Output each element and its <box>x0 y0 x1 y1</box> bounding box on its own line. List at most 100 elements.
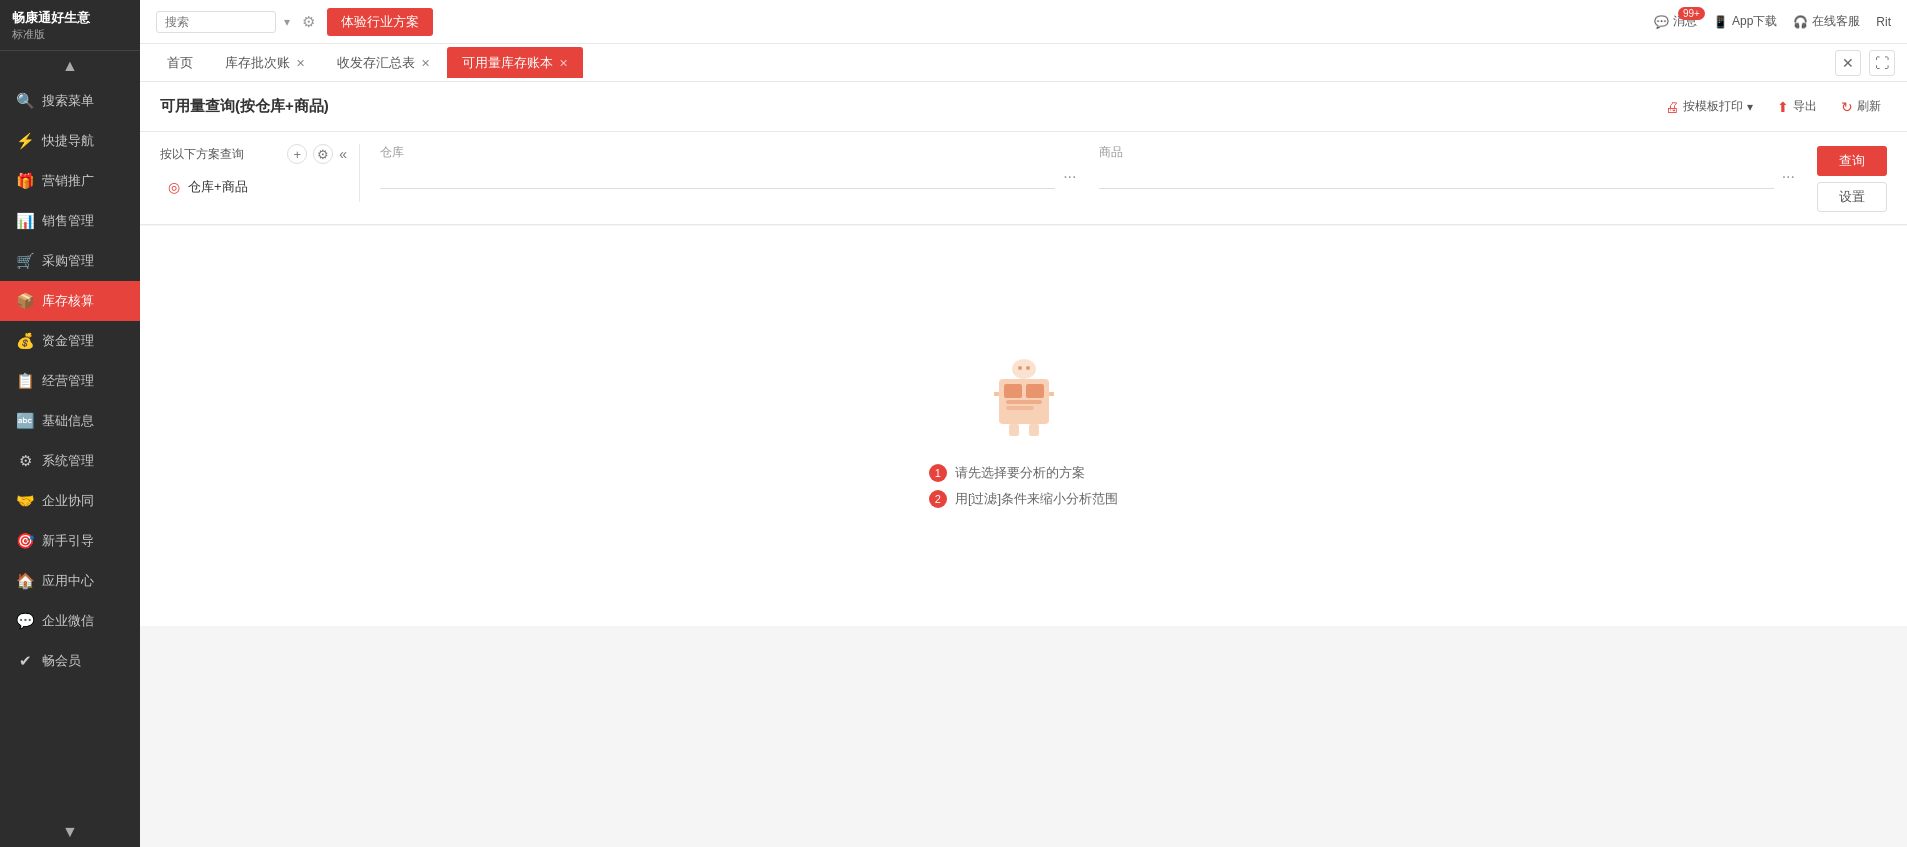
print-button[interactable]: 🖨 按模板打印 ▾ <box>1659 94 1759 119</box>
warehouse-filter-row: ··· <box>380 165 1079 189</box>
tab-收发存汇总表[interactable]: 收发存汇总表✕ <box>322 47 445 78</box>
sidebar-item-搜索菜单[interactable]: 🔍 搜索菜单 <box>0 81 140 121</box>
goods-more-button[interactable]: ··· <box>1780 166 1797 188</box>
query-button[interactable]: 查询 <box>1817 146 1887 176</box>
sidebar-label-0: 搜索菜单 <box>42 92 94 110</box>
chevron-down-icon[interactable]: ▾ <box>284 15 290 29</box>
sidebar-item-系统管理[interactable]: ⚙ 系统管理 <box>0 441 140 481</box>
svg-rect-2 <box>1026 384 1044 398</box>
query-buttons: 查询 设置 <box>1797 144 1887 212</box>
query-filters: 仓库 ··· 商品 ··· <box>360 144 1797 189</box>
sidebar-label-10: 企业协同 <box>42 492 94 510</box>
sidebar-item-应用中心[interactable]: 🏠 应用中心 <box>0 561 140 601</box>
sidebar-item-企业微信[interactable]: 💬 企业微信 <box>0 601 140 641</box>
sidebar-icon-4: 🛒 <box>16 252 34 270</box>
sidebar-label-9: 系统管理 <box>42 452 94 470</box>
sidebar-item-营销推广[interactable]: 🎁 营销推广 <box>0 161 140 201</box>
sidebar-icon-2: 🎁 <box>16 172 34 190</box>
gear-icon[interactable]: ⚙ <box>298 9 319 35</box>
tab-close-2[interactable]: ✕ <box>421 58 430 69</box>
sidebar-label-11: 新手引导 <box>42 532 94 550</box>
sidebar-icon-12: 🏠 <box>16 572 34 590</box>
export-label: 导出 <box>1793 98 1817 115</box>
user-menu[interactable]: Rit <box>1876 15 1891 29</box>
scheme-item-warehouse-goods[interactable]: ◎ 仓库+商品 <box>160 172 347 202</box>
expand-button[interactable]: ⛶ <box>1869 50 1895 76</box>
settings-button[interactable]: 设置 <box>1817 182 1887 212</box>
tab-可用量库存账本[interactable]: 可用量库存账本✕ <box>447 47 583 78</box>
message-button[interactable]: 💬 消息 99+ <box>1654 13 1697 30</box>
tip-2-text: 用[过滤]条件来缩小分析范围 <box>955 490 1118 508</box>
app-download-label: App下载 <box>1732 13 1777 30</box>
tab-库存批次账[interactable]: 库存批次账 ✕ <box>210 47 320 78</box>
export-icon: ⬆ <box>1777 99 1789 115</box>
sidebar-icon-10: 🤝 <box>16 492 34 510</box>
sidebar-item-新手引导[interactable]: 🎯 新手引导 <box>0 521 140 561</box>
scheme-header: 按以下方案查询 + ⚙ « <box>160 144 347 164</box>
query-scheme-panel: 按以下方案查询 + ⚙ « ◎ 仓库+商品 <box>160 144 360 202</box>
service-button[interactable]: 🎧 在线客服 <box>1793 13 1860 30</box>
close-tab-button[interactable]: ✕ <box>1835 50 1861 76</box>
goods-filter-row: ··· <box>1099 165 1798 189</box>
empty-tip-1: 1 请先选择要分析的方案 <box>929 464 1118 482</box>
sidebar-scroll-down[interactable]: ▼ <box>0 817 140 847</box>
brand-name: 畅康通好生意 <box>12 10 128 27</box>
warehouse-filter-input[interactable] <box>380 165 1055 189</box>
sidebar-item-基础信息[interactable]: 🔤 基础信息 <box>0 401 140 441</box>
export-button[interactable]: ⬆ 导出 <box>1771 94 1823 119</box>
empty-illustration <box>974 344 1074 444</box>
print-icon: 🖨 <box>1665 99 1679 115</box>
sidebar-item-销售管理[interactable]: 📊 销售管理 <box>0 201 140 241</box>
sidebar-label-7: 经营管理 <box>42 372 94 390</box>
sidebar-label-1: 快捷导航 <box>42 132 94 150</box>
tab-close-3[interactable]: ✕ <box>559 58 568 69</box>
app-download-button[interactable]: 📱 App下载 <box>1713 13 1777 30</box>
scheme-item-icon: ◎ <box>168 179 180 195</box>
sidebar-item-资金管理[interactable]: 💰 资金管理 <box>0 321 140 361</box>
sidebar-item-快捷导航[interactable]: ⚡ 快捷导航 <box>0 121 140 161</box>
sidebar-scroll: 🔍 搜索菜单 ⚡ 快捷导航 🎁 营销推广 📊 销售管理 🛒 采购管理 📦 库存核… <box>0 81 140 817</box>
sidebar-icon-8: 🔤 <box>16 412 34 430</box>
tabbar-actions: ✕ ⛶ <box>1835 50 1895 76</box>
headset-icon: 🎧 <box>1793 15 1808 29</box>
print-chevron-icon: ▾ <box>1747 100 1753 114</box>
add-scheme-button[interactable]: + <box>287 144 307 164</box>
sidebar-icon-7: 📋 <box>16 372 34 390</box>
topbar-search-box[interactable] <box>156 11 276 33</box>
tip-1-text: 请先选择要分析的方案 <box>955 464 1085 482</box>
goods-filter-input[interactable] <box>1099 165 1774 189</box>
scheme-settings-button[interactable]: ⚙ <box>313 144 333 164</box>
empty-state: 1 请先选择要分析的方案 2 用[过滤]条件来缩小分析范围 <box>140 226 1907 626</box>
sidebar-scroll-up[interactable]: ▲ <box>0 51 140 81</box>
sidebar-item-库存核算[interactable]: 📦 库存核算 <box>0 281 140 321</box>
sidebar-item-经营管理[interactable]: 📋 经营管理 <box>0 361 140 401</box>
sidebar-label-14: 畅会员 <box>42 652 81 670</box>
warehouse-more-button[interactable]: ··· <box>1061 166 1078 188</box>
message-badge: 99+ <box>1678 7 1705 20</box>
sidebar-icon-0: 🔍 <box>16 92 34 110</box>
sidebar-item-企业协同[interactable]: 🤝 企业协同 <box>0 481 140 521</box>
sidebar-label-8: 基础信息 <box>42 412 94 430</box>
collapse-scheme-button[interactable]: « <box>339 146 347 162</box>
goods-filter: 商品 ··· <box>1099 144 1798 189</box>
sidebar-item-采购管理[interactable]: 🛒 采购管理 <box>0 241 140 281</box>
sidebar-label-6: 资金管理 <box>42 332 94 350</box>
svg-point-11 <box>1026 366 1030 370</box>
tab-首页[interactable]: 首页 <box>152 47 208 78</box>
search-input[interactable] <box>165 15 245 29</box>
sidebar-item-畅会员[interactable]: ✔ 畅会员 <box>0 641 140 681</box>
scheme-item-label: 仓库+商品 <box>188 178 248 196</box>
tab-close-1[interactable]: ✕ <box>296 58 305 69</box>
svg-rect-4 <box>1006 406 1034 410</box>
page-header: 可用量查询(按仓库+商品) 🖨 按模板打印 ▾ ⬆ 导出 ↻ 刷新 <box>140 82 1907 132</box>
warehouse-filter-label: 仓库 <box>380 144 1079 161</box>
scheme-actions: + ⚙ « <box>287 144 347 164</box>
service-label: 在线客服 <box>1812 13 1860 30</box>
svg-rect-1 <box>1004 384 1022 398</box>
experience-button[interactable]: 体验行业方案 <box>327 8 433 36</box>
tab-label-1: 库存批次账 <box>225 54 290 72</box>
brand: 畅康通好生意 标准版 <box>0 0 140 51</box>
refresh-button[interactable]: ↻ 刷新 <box>1835 94 1887 119</box>
print-label: 按模板打印 <box>1683 98 1743 115</box>
page-actions: 🖨 按模板打印 ▾ ⬆ 导出 ↻ 刷新 <box>1659 94 1887 119</box>
